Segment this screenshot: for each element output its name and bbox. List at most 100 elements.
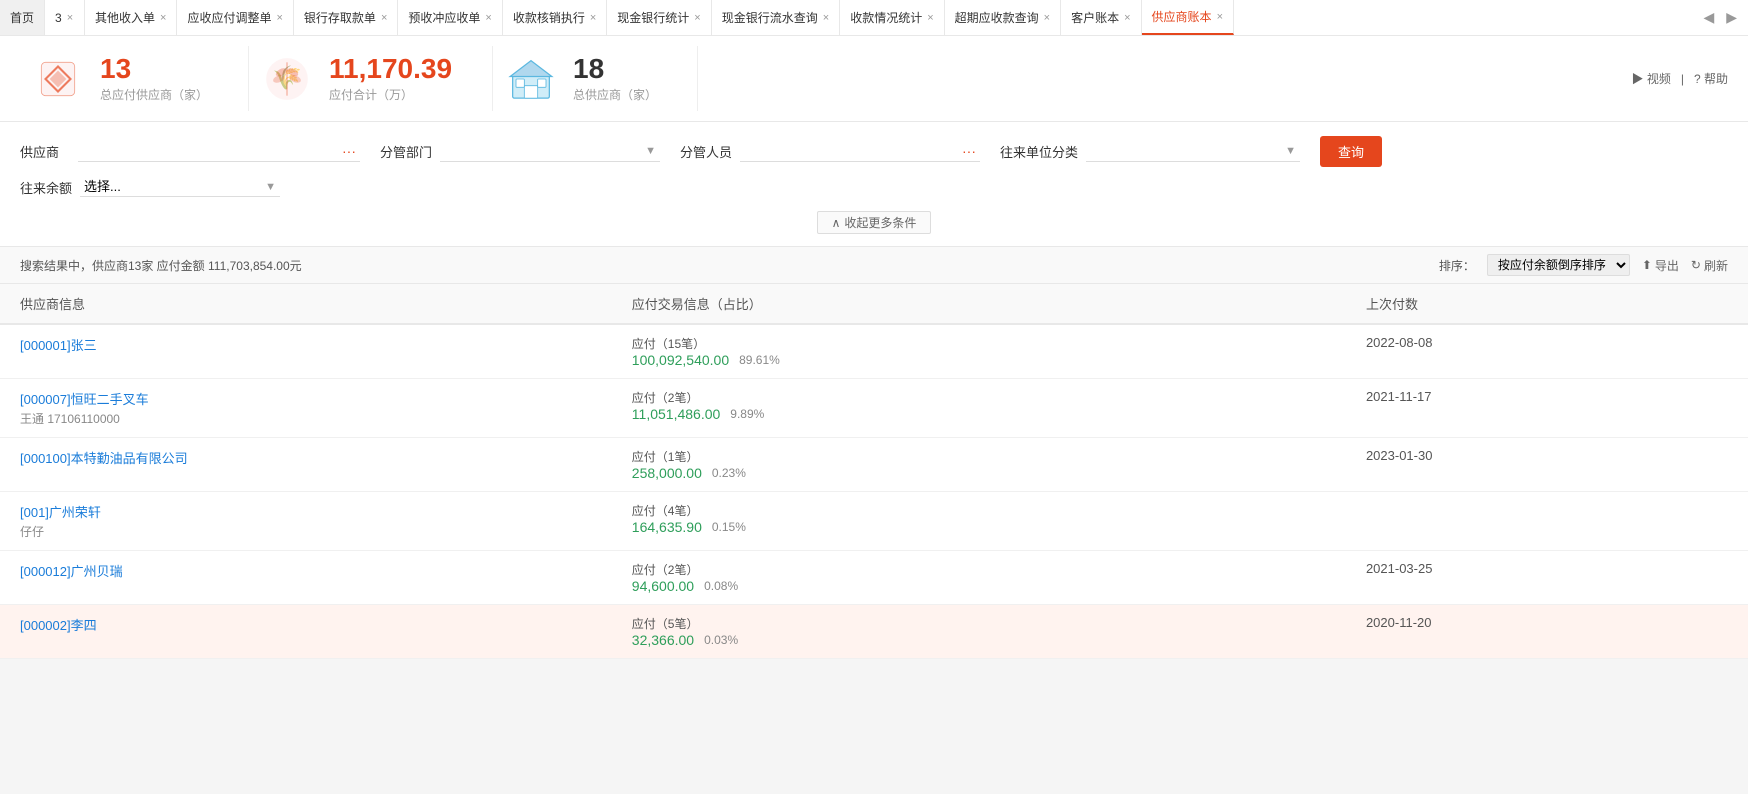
category-field: 往来单位分类 ▼ [1000, 142, 1300, 162]
supplier-cell: [000012]广州贝瑞 [0, 551, 612, 605]
trade-amount[interactable]: 100,092,540.00 [632, 352, 729, 368]
nav-item-label: 应收应付调整单 [187, 9, 271, 26]
collapse-button[interactable]: ∧ 收起更多条件 [817, 211, 932, 234]
close-icon[interactable]: × [694, 12, 700, 24]
last-payment-cell: 2023-01-30 [1346, 438, 1748, 492]
summary-card-total-suppliers: 18 总供应商（家） [493, 46, 698, 111]
search-row-1: 供应商 ··· 分管部门 ▼ 分管人员 ··· [20, 136, 1728, 167]
person-input[interactable] [744, 144, 962, 159]
close-icon[interactable]: × [823, 12, 829, 24]
nav-item-supplier-book[interactable]: 供应商账本 × [1142, 0, 1234, 35]
close-icon[interactable]: × [160, 12, 166, 24]
nav-item-label: 现金银行统计 [617, 9, 689, 26]
summary-info-payable-amount: 11,170.39 应付合计（万） [329, 54, 452, 104]
supplier-input-wrap: ··· [78, 141, 360, 162]
nav-arrow-left[interactable]: ◀ [1697, 7, 1720, 28]
nav-item-customer-book[interactable]: 客户账本 × [1061, 0, 1141, 35]
supplier-sub-info: 王通 17106110000 [20, 410, 592, 427]
trade-note: 应付（1笔） [632, 448, 1326, 465]
close-icon[interactable]: × [1124, 12, 1130, 24]
trade-percent: 0.08% [704, 579, 738, 593]
nav-item-label: 3 [55, 11, 62, 25]
supplier-cell: [000001]张三 [0, 324, 612, 379]
nav-arrow-right[interactable]: ▶ [1720, 7, 1743, 28]
balance-select-wrap: 选择... ▼ [80, 177, 280, 197]
supplier-cell: [000007]恒旺二手叉车王通 17106110000 [0, 379, 612, 438]
help-link[interactable]: ? 帮助 [1694, 70, 1728, 87]
supplier-link[interactable]: [000100]本特勤油品有限公司 [20, 451, 188, 466]
result-actions: 排序： 按应付余额倒序排序 ⬆ 导出 ↻ 刷新 [1439, 254, 1728, 276]
nav-item-ar-ap-adjust[interactable]: 应收应付调整单 × [177, 0, 293, 35]
nav-item-collect-stat[interactable]: 收款情况统计 × [840, 0, 944, 35]
summary-bar: 13 总应付供应商（家） 🌾 11,170.39 应付合计（万） [0, 36, 1748, 122]
table-wrap: 供应商信息 应付交易信息（占比） 上次付数 [000001]张三应付（15笔）1… [0, 284, 1748, 659]
sort-select[interactable]: 按应付余额倒序排序 [1487, 254, 1630, 276]
balance-select[interactable]: 选择... [84, 179, 261, 194]
video-link[interactable]: ▶ 视频 [1631, 70, 1670, 87]
trade-cell: 应付（4笔）164,635.900.15% [612, 492, 1346, 551]
trade-note: 应付（2笔） [632, 389, 1326, 406]
supplier-link[interactable]: [000001]张三 [20, 338, 97, 353]
trade-amount[interactable]: 258,000.00 [632, 465, 702, 481]
balance-field: 往来余额 选择... ▼ [20, 177, 280, 197]
close-icon[interactable]: × [67, 12, 73, 24]
nav-item-pre-collect[interactable]: 预收冲应收单 × [398, 0, 502, 35]
trade-cell: 应付（2笔）94,600.00 0.08% [612, 551, 1346, 605]
close-icon[interactable]: × [485, 12, 491, 24]
last-payment-date: 2023-01-30 [1366, 448, 1433, 463]
close-icon[interactable]: × [927, 12, 933, 24]
search-area: 供应商 ··· 分管部门 ▼ 分管人员 ··· [0, 122, 1748, 247]
nav-item-collect-verify[interactable]: 收款核销执行 × [503, 0, 607, 35]
col-header-transaction: 应付交易信息（占比） [612, 284, 1346, 324]
close-icon[interactable]: × [590, 12, 596, 24]
person-dots-icon[interactable]: ··· [962, 143, 976, 159]
trade-amount[interactable]: 32,366.00 [632, 632, 694, 648]
close-icon[interactable]: × [276, 12, 282, 24]
query-button[interactable]: 查询 [1320, 136, 1382, 167]
nav-item-overdue-ar[interactable]: 超期应收款查询 × [945, 0, 1061, 35]
trade-cell: 应付（2笔）11,051,486.009.89% [612, 379, 1346, 438]
payable-amount-label: 应付合计（万） [329, 86, 452, 103]
supplier-dots-icon[interactable]: ··· [342, 143, 356, 159]
supplier-link[interactable]: [000012]广州贝瑞 [20, 564, 123, 579]
top-right-links: ▶ 视频 | ? 帮助 [1631, 70, 1728, 87]
trade-amount[interactable]: 94,600.00 [632, 578, 694, 594]
refresh-button[interactable]: ↻ 刷新 [1691, 257, 1728, 274]
supplier-link[interactable]: [000002]李四 [20, 618, 97, 633]
nav-item-tab3[interactable]: 3 × [45, 0, 85, 35]
trade-note: 应付（2笔） [632, 561, 1326, 578]
supplier-cell: [000002]李四 [0, 605, 612, 659]
export-button[interactable]: ⬆ 导出 [1642, 257, 1679, 274]
close-icon[interactable]: × [1217, 11, 1223, 23]
trade-amount[interactable]: 11,051,486.00 [632, 406, 721, 422]
refresh-icon: ↻ [1691, 258, 1701, 272]
nav-item-label: 收款核销执行 [513, 9, 585, 26]
trade-cell: 应付（15笔）100,092,540.0089.61% [612, 324, 1346, 379]
nav-item-cash-flow[interactable]: 现金银行流水查询 × [712, 0, 840, 35]
trade-amount[interactable]: 164,635.90 [632, 519, 702, 535]
category-select[interactable] [1090, 144, 1281, 159]
trade-note: 应付（4笔） [632, 502, 1326, 519]
payable-suppliers-number: 13 [100, 54, 208, 85]
last-payment-date: 2021-11-17 [1366, 389, 1432, 404]
close-icon[interactable]: × [381, 12, 387, 24]
total-suppliers-label: 总供应商（家） [573, 86, 657, 103]
trade-cell: 应付（5笔）32,366.000.03% [612, 605, 1346, 659]
department-select[interactable] [444, 144, 641, 159]
wheat-icon: 🌾 [259, 51, 314, 106]
nav-item-label: 超期应收款查询 [955, 9, 1039, 26]
close-icon[interactable]: × [1044, 12, 1050, 24]
top-navigation: 首页 3 × 其他收入单 × 应收应付调整单 × 银行存取款单 × 预收冲应收单… [0, 0, 1748, 36]
supplier-cell: [000100]本特勤油品有限公司 [0, 438, 612, 492]
video-icon: ▶ [1631, 72, 1643, 86]
supplier-link[interactable]: [000007]恒旺二手叉车 [20, 392, 149, 407]
supplier-link[interactable]: [001]广州荣轩 [20, 505, 101, 520]
nav-item-bank-deposit[interactable]: 银行存取款单 × [294, 0, 398, 35]
supplier-input[interactable] [82, 144, 342, 159]
nav-item-other-income[interactable]: 其他收入单 × [85, 0, 177, 35]
last-payment-cell: 2020-11-20 [1346, 605, 1748, 659]
nav-item-home[interactable]: 首页 [0, 0, 45, 35]
export-label: 导出 [1655, 257, 1679, 274]
nav-item-cash-stat[interactable]: 现金银行统计 × [607, 0, 711, 35]
export-icon: ⬆ [1642, 258, 1652, 272]
